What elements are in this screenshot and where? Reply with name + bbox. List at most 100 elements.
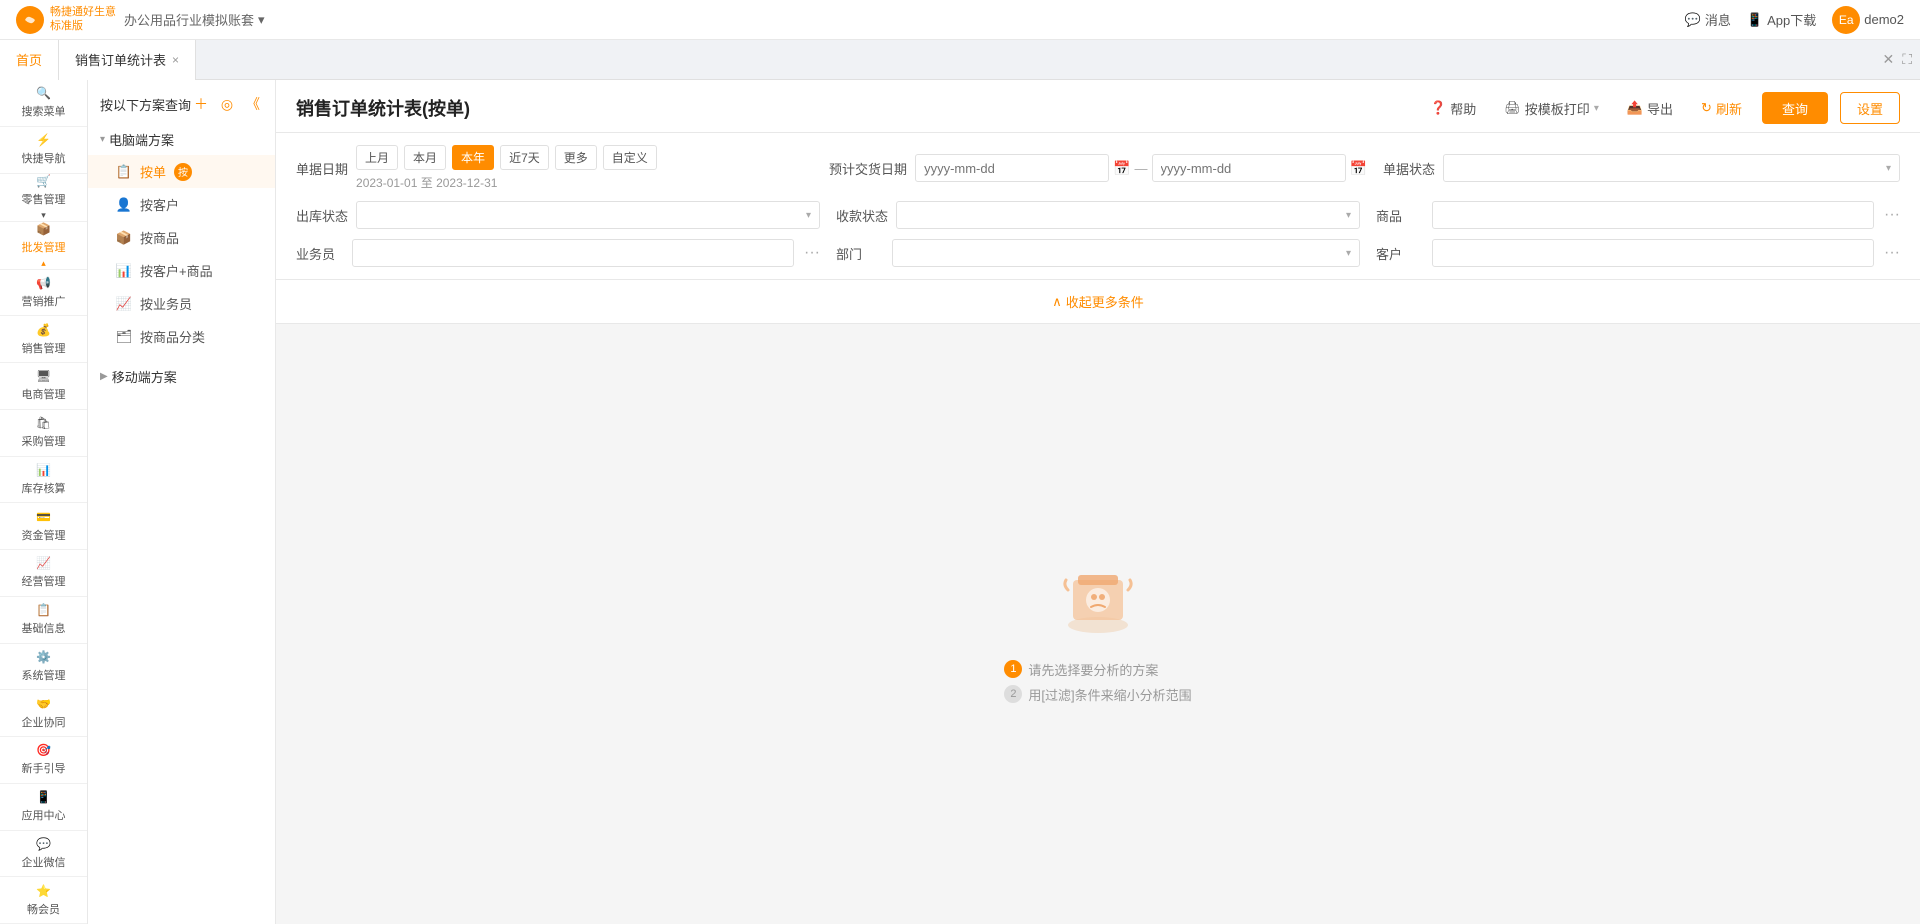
pc-plan-category[interactable]: ▾ 电脑端方案 xyxy=(88,124,275,155)
sidebar-item-marketing[interactable]: 📢 营销推广 xyxy=(0,270,87,317)
logo-icon xyxy=(16,6,44,34)
sidebar-item-search[interactable]: 🔍 搜索菜单 xyxy=(0,80,87,127)
product-input[interactable] xyxy=(1432,201,1874,229)
sidebar-item-finance[interactable]: 💳 资金管理 xyxy=(0,503,87,550)
user-area[interactable]: Ea demo2 xyxy=(1832,6,1904,34)
window-max-btn[interactable]: ⛶ xyxy=(1902,51,1912,68)
window-close-btn[interactable]: ✕ xyxy=(1882,51,1894,68)
plan-item-icon-3: 📊 xyxy=(116,263,132,279)
print-btn[interactable]: 🖨 按模板打印 ▾ xyxy=(1496,95,1607,122)
sidebar-item-quicknav[interactable]: ⚡ 快捷导航 xyxy=(0,127,87,174)
member-icon: ⭐ xyxy=(36,884,51,898)
sidebar-item-ecommerce[interactable]: 🖥 电商管理 xyxy=(0,363,87,410)
payment-status-field: 收款状态 ▾ xyxy=(836,201,1360,229)
plan-item-label-5: 按商品分类 xyxy=(140,327,205,346)
mobile-plan-label: 移动端方案 xyxy=(112,367,177,386)
sidebar-item-enterprise[interactable]: 🤝 企业协同 xyxy=(0,690,87,737)
left-panel-tools: ＋ ◎ 《 xyxy=(191,94,263,114)
refresh-btn[interactable]: ↻ 刷新 xyxy=(1693,95,1750,122)
wechat-icon: 💬 xyxy=(36,837,51,851)
sidebar-item-inventory[interactable]: 📊 库存核算 xyxy=(0,457,87,504)
content-inner: 按以下方案查询 ＋ ◎ 《 ▾ 电脑端方案 📋 按单 按 � xyxy=(88,80,1920,924)
operations-icon: 📈 xyxy=(36,556,51,570)
empty-hint-1: 1 请先选择要分析的方案 xyxy=(1004,660,1191,679)
plan-item-icon-4: 📈 xyxy=(116,296,132,312)
breadcrumb-dropdown[interactable]: 办公用品行业模拟账套 ▾ xyxy=(124,10,265,29)
sidebar-item-purchase[interactable]: 🛍 采购管理 xyxy=(0,410,87,457)
custom-btn[interactable]: 自定义 xyxy=(603,145,657,170)
customer-dots[interactable]: ··· xyxy=(1884,244,1900,262)
product-dots[interactable]: ··· xyxy=(1884,206,1900,224)
sidebar-item-wholesale[interactable]: 📦 批发管理 ▴ xyxy=(0,222,87,270)
payment-status-dropdown[interactable]: ▾ xyxy=(896,201,1360,229)
plan-item-4[interactable]: 📈 按业务员 xyxy=(88,287,275,320)
sidebar-item-system[interactable]: ⚙️ 系统管理 xyxy=(0,644,87,691)
message-btn[interactable]: 💬 消息 xyxy=(1685,10,1731,29)
plan-item-icon-5: 🗂 xyxy=(116,329,132,345)
department-dropdown[interactable]: ▾ xyxy=(892,239,1360,267)
expected-date-label: 预计交货日期 xyxy=(829,159,907,178)
expected-date-end[interactable] xyxy=(1152,154,1346,182)
collapse-button[interactable]: ∧ 收起更多条件 xyxy=(1040,288,1156,315)
sidebar-item-member[interactable]: ⭐ 畅会员 xyxy=(0,877,87,924)
collapse-panel-btn[interactable]: 《 xyxy=(243,94,263,114)
plan-item-icon-2: 📦 xyxy=(116,230,132,246)
tab-bar: 首页 销售订单统计表 × ✕ ⛶ xyxy=(0,40,1920,80)
search-icon: 🔍 xyxy=(36,86,51,100)
export-btn[interactable]: 📤 导出 xyxy=(1619,95,1681,122)
settings-button[interactable]: 设置 xyxy=(1840,92,1900,124)
customer-input[interactable] xyxy=(1432,239,1874,267)
department-field: 部门 ▾ xyxy=(836,239,1360,267)
hint-num-1: 1 xyxy=(1004,660,1022,678)
plan-item-label-1: 按客户 xyxy=(140,195,179,214)
collapse-icon: ∧ xyxy=(1052,294,1062,310)
help-btn[interactable]: ❓ 帮助 xyxy=(1422,95,1484,122)
sidebar-item-newbie[interactable]: 🎯 新手引导 xyxy=(0,737,87,784)
shipping-status-dropdown[interactable]: ▾ xyxy=(356,201,820,229)
expected-date-start[interactable] xyxy=(915,154,1109,182)
more-btn[interactable]: 更多 xyxy=(555,145,597,170)
plan-item-0[interactable]: 📋 按单 按 xyxy=(88,155,275,188)
query-button[interactable]: 查询 xyxy=(1762,92,1828,124)
page-actions: ❓ 帮助 🖨 按模板打印 ▾ 📤 导出 ↻ 刷新 xyxy=(1422,92,1900,124)
sidebar-item-wechat[interactable]: 💬 企业微信 xyxy=(0,831,87,878)
mobile-plan-category[interactable]: ▶ 移动端方案 xyxy=(88,361,275,392)
tab-active[interactable]: 销售订单统计表 × xyxy=(59,40,196,80)
salesperson-input[interactable] xyxy=(352,239,794,267)
right-panel: 销售订单统计表(按单) ❓ 帮助 🖨 按模板打印 ▾ 📤 导出 xyxy=(276,80,1920,924)
last-month-btn[interactable]: 上月 xyxy=(356,145,398,170)
add-plan-btn[interactable]: ＋ xyxy=(191,94,211,114)
last7-btn[interactable]: 近7天 xyxy=(500,145,549,170)
tab-close-icon[interactable]: × xyxy=(172,53,179,67)
date-btn-group: 上月 本月 本年 近7天 更多 自定义 xyxy=(356,145,813,170)
logo-text: 畅捷通好生意 标准版 xyxy=(50,6,116,32)
collapse-row: ∧ 收起更多条件 xyxy=(276,280,1920,324)
message-icon: 💬 xyxy=(1685,12,1701,28)
order-status-dropdown[interactable]: ▾ xyxy=(1443,154,1900,182)
plan-item-label-4: 按业务员 xyxy=(140,294,192,313)
header-right: 💬 消息 📱 App下载 Ea demo2 xyxy=(1685,6,1904,34)
salesperson-dots[interactable]: ··· xyxy=(804,244,820,262)
this-year-btn[interactable]: 本年 xyxy=(452,145,494,170)
sidebar-item-apps[interactable]: 📱 应用中心 xyxy=(0,784,87,831)
newbie-icon: 🎯 xyxy=(36,743,51,757)
plan-item-5[interactable]: 🗂 按商品分类 xyxy=(88,320,275,353)
page-title-bar: 销售订单统计表(按单) ❓ 帮助 🖨 按模板打印 ▾ 📤 导出 xyxy=(276,80,1920,133)
sidebar-item-operations[interactable]: 📈 经营管理 xyxy=(0,550,87,597)
plan-item-3[interactable]: 📊 按客户+商品 xyxy=(88,254,275,287)
calendar-start-icon[interactable]: 📅 xyxy=(1113,160,1130,177)
plan-item-label-3: 按客户+商品 xyxy=(140,261,213,280)
sidebar-item-sales[interactable]: 💰 销售管理 xyxy=(0,316,87,363)
calendar-end-icon[interactable]: 📅 xyxy=(1350,160,1367,177)
edit-plan-btn[interactable]: ◎ xyxy=(217,94,237,114)
plan-item-1[interactable]: 👤 按客户 xyxy=(88,188,275,221)
shipping-status-field: 出库状态 ▾ xyxy=(296,201,820,229)
sidebar-item-basic[interactable]: 📋 基础信息 xyxy=(0,597,87,644)
this-month-btn[interactable]: 本月 xyxy=(404,145,446,170)
plan-item-label-0: 按单 xyxy=(140,162,166,181)
tab-home[interactable]: 首页 xyxy=(0,40,59,80)
plan-item-2[interactable]: 📦 按商品 xyxy=(88,221,275,254)
sidebar-item-retail[interactable]: 🛒 零售管理 ▾ xyxy=(0,174,87,222)
help-icon: ❓ xyxy=(1430,100,1446,116)
app-download-btn[interactable]: 📱 App下载 xyxy=(1747,10,1816,29)
